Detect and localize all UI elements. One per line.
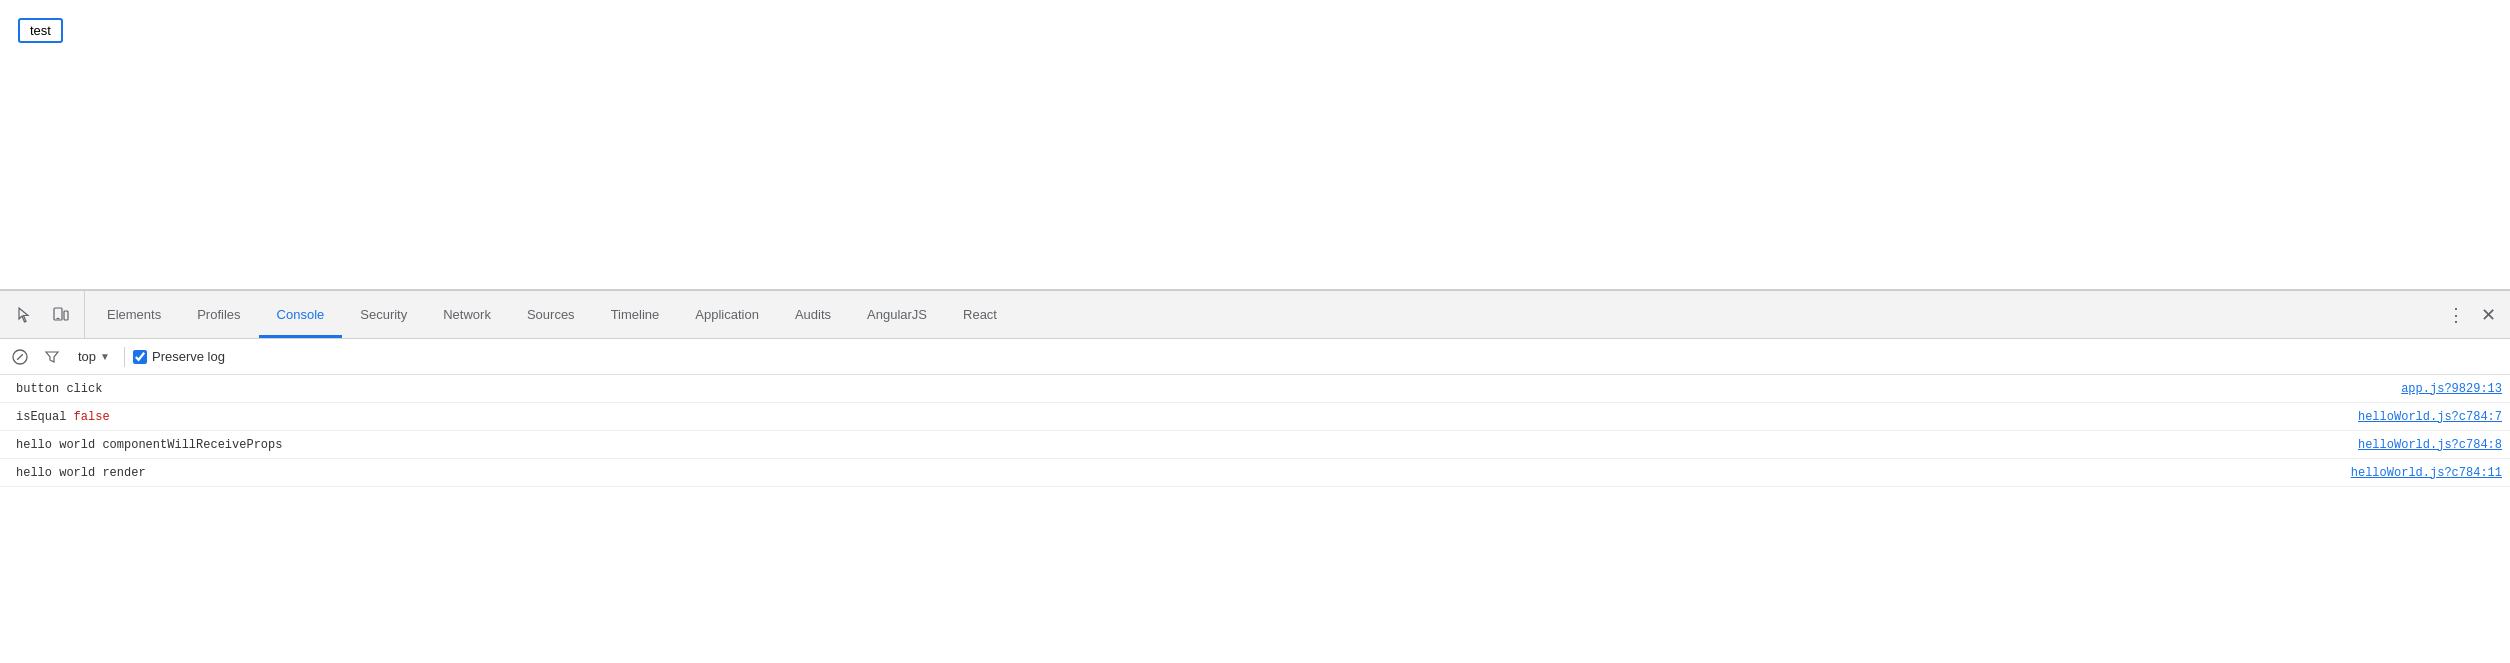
- test-button[interactable]: test: [18, 18, 63, 43]
- preserve-log-label[interactable]: Preserve log: [133, 349, 225, 364]
- tab-react[interactable]: React: [945, 291, 1015, 338]
- tab-application[interactable]: Application: [677, 291, 777, 338]
- toolbar-icon-group: [0, 291, 85, 338]
- devtools-toolbar: Elements Profiles Console Security Netwo…: [0, 291, 2510, 339]
- console-row-link[interactable]: helloWorld.js?c784:11: [2351, 466, 2502, 480]
- browser-page: test: [0, 0, 2510, 290]
- devtools-panel: Elements Profiles Console Security Netwo…: [0, 290, 2510, 663]
- console-row: isEqual false helloWorld.js?c784:7: [0, 403, 2510, 431]
- inspect-element-button[interactable]: [10, 301, 38, 329]
- tab-sources[interactable]: Sources: [509, 291, 593, 338]
- console-row-link[interactable]: helloWorld.js?c784:8: [2358, 438, 2502, 452]
- tab-elements[interactable]: Elements: [89, 291, 179, 338]
- console-row-text: hello world componentWillReceiveProps: [16, 438, 282, 452]
- filter-button[interactable]: [40, 345, 64, 369]
- context-value: top: [78, 349, 96, 364]
- clear-console-button[interactable]: [8, 345, 32, 369]
- console-secondary-toolbar: top ▼ Preserve log: [0, 339, 2510, 375]
- console-row: hello world componentWillReceiveProps he…: [0, 431, 2510, 459]
- console-output: button click app.js?9829:13 isEqual fals…: [0, 375, 2510, 663]
- tab-console[interactable]: Console: [259, 291, 343, 338]
- device-toolbar-button[interactable]: [46, 301, 74, 329]
- console-text-before: isEqual: [16, 410, 74, 424]
- tab-profiles[interactable]: Profiles: [179, 291, 258, 338]
- tab-angularjs[interactable]: AngularJS: [849, 291, 945, 338]
- filter-icon: [44, 349, 60, 365]
- more-options-button[interactable]: ⋮: [2442, 301, 2470, 329]
- tab-audits[interactable]: Audits: [777, 291, 849, 338]
- console-row-text: hello world render: [16, 466, 146, 480]
- preserve-log-checkbox[interactable]: [133, 350, 147, 364]
- close-devtools-button[interactable]: ✕: [2474, 301, 2502, 329]
- toolbar-end-buttons: ⋮ ✕: [2434, 291, 2510, 338]
- clear-icon: [12, 349, 28, 365]
- console-row-link[interactable]: app.js?9829:13: [2401, 382, 2502, 396]
- dropdown-arrow-icon: ▼: [100, 351, 110, 362]
- console-row-link[interactable]: helloWorld.js?c784:7: [2358, 410, 2502, 424]
- cursor-icon: [15, 306, 33, 324]
- toolbar-divider: [124, 347, 125, 367]
- device-icon: [51, 306, 69, 324]
- console-row: hello world render helloWorld.js?c784:11: [0, 459, 2510, 487]
- tabs-container: Elements Profiles Console Security Netwo…: [85, 291, 2434, 338]
- console-row-text: button click: [16, 382, 102, 396]
- context-dropdown[interactable]: top ▼: [72, 347, 116, 366]
- tab-network[interactable]: Network: [425, 291, 509, 338]
- console-row-text: isEqual false: [16, 410, 110, 424]
- console-row: button click app.js?9829:13: [0, 375, 2510, 403]
- tab-security[interactable]: Security: [342, 291, 425, 338]
- svg-rect-1: [64, 311, 68, 320]
- tab-timeline[interactable]: Timeline: [593, 291, 678, 338]
- console-false-value: false: [74, 410, 110, 424]
- svg-line-4: [17, 354, 23, 360]
- preserve-log-text: Preserve log: [152, 349, 225, 364]
